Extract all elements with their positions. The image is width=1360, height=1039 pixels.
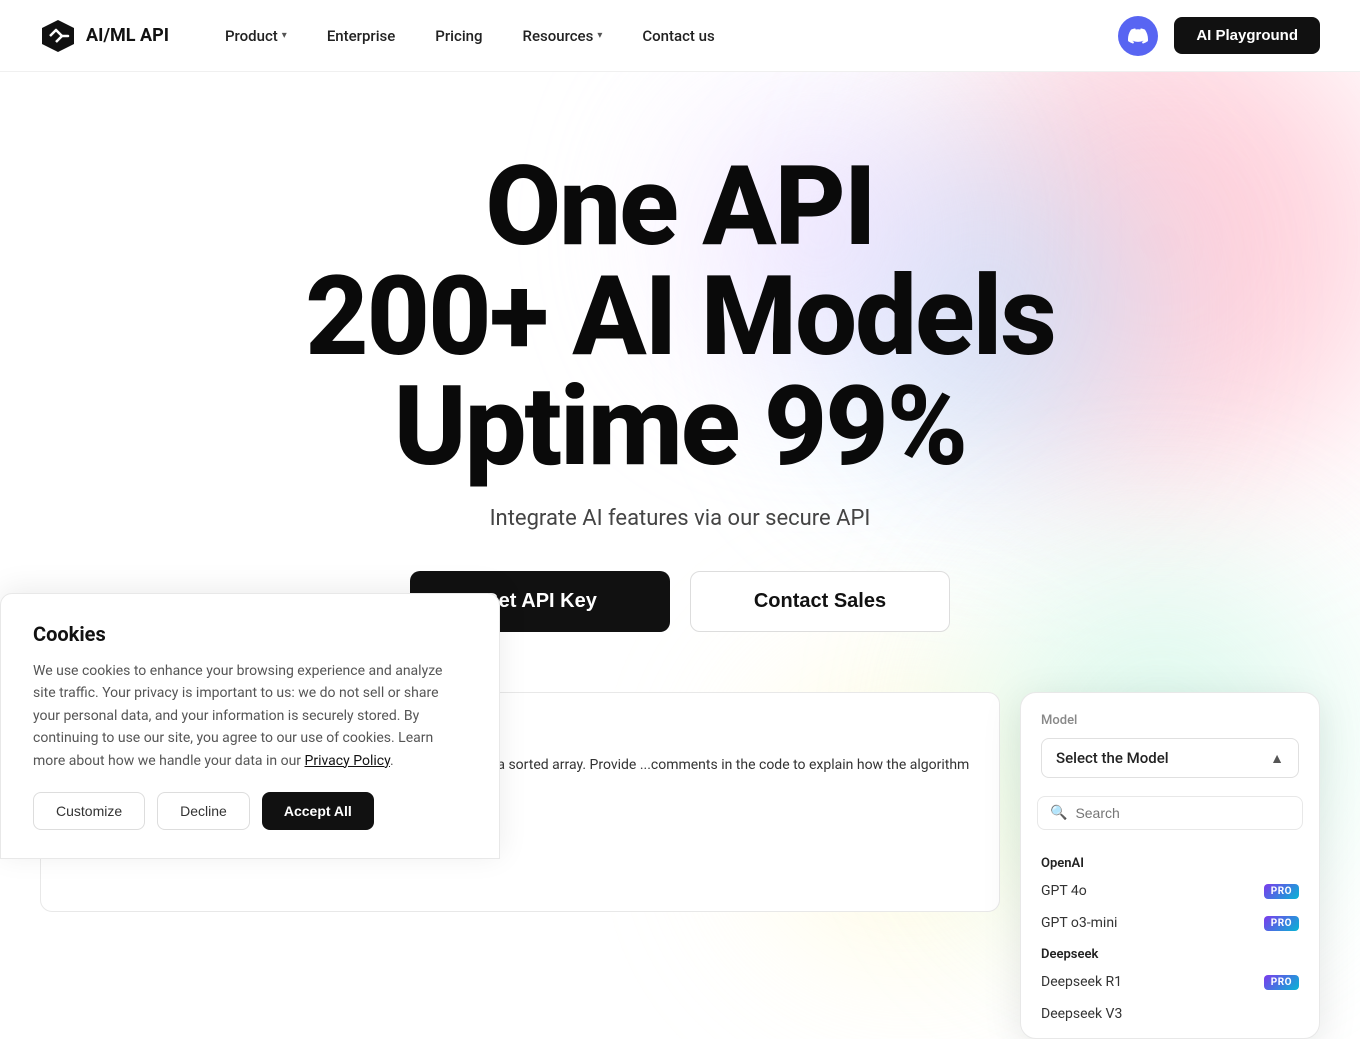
privacy-policy-link[interactable]: Privacy Policy (305, 753, 390, 769)
model-search-bar[interactable]: 🔍 (1037, 796, 1303, 830)
model-item-name: GPT o3-mini (1041, 915, 1117, 931)
logo-icon (40, 18, 76, 54)
nav-links: Product ▾ Enterprise Pricing Resources ▾… (209, 19, 1118, 53)
model-badge-pro: PRO (1264, 916, 1299, 931)
nav-pricing[interactable]: Pricing (419, 19, 498, 53)
hero-subtitle: Integrate AI features via our secure API (305, 506, 1055, 531)
model-search-input[interactable] (1075, 805, 1290, 821)
model-item-deepseekr1[interactable]: Deepseek R1 PRO (1021, 966, 1319, 998)
model-group-openai: OpenAI (1021, 848, 1319, 875)
nav-contact[interactable]: Contact us (626, 19, 730, 53)
model-group-deepseek: Deepseek (1021, 939, 1319, 966)
model-item-name: Deepseek R1 (1041, 974, 1122, 990)
model-badge-pro: PRO (1264, 975, 1299, 990)
hero-section: One API 200+ AI Models Uptime 99% Integr… (0, 72, 1360, 1039)
model-item-gpt4o[interactable]: GPT 4o PRO (1021, 875, 1319, 907)
model-item-deepseekv3[interactable]: Deepseek V3 (1021, 998, 1319, 1030)
accept-all-button[interactable]: Accept All (262, 792, 374, 830)
cookie-banner: Cookies We use cookies to enhance your b… (0, 593, 500, 859)
hero-title-line2: 200+ AI Models (305, 262, 1055, 372)
model-list: OpenAI GPT 4o PRO GPT o3-mini PRO Deepse… (1021, 840, 1319, 1038)
nav-product[interactable]: Product ▾ (209, 19, 303, 53)
hero-title-line3: Uptime 99% (305, 372, 1055, 482)
contact-sales-button[interactable]: Contact Sales (690, 571, 950, 632)
hero-title-line1: One API (305, 152, 1055, 262)
logo[interactable]: AI/ML API (40, 18, 169, 54)
nav-enterprise[interactable]: Enterprise (311, 19, 411, 53)
nav-right: AI Playground (1118, 16, 1320, 56)
chevron-up-icon: ▲ (1270, 750, 1284, 767)
search-icon: 🔍 (1050, 805, 1067, 821)
cookie-title: Cookies (33, 622, 467, 646)
navbar: AI/ML API Product ▾ Enterprise Pricing R… (0, 0, 1360, 72)
ai-playground-button[interactable]: AI Playground (1174, 17, 1320, 54)
model-item-name: Deepseek V3 (1041, 1006, 1122, 1022)
model-select-bar[interactable]: Select the Model ▲ (1041, 738, 1299, 778)
cookie-buttons: Customize Decline Accept All (33, 792, 467, 830)
model-item-gpto3mini[interactable]: GPT o3-mini PRO (1021, 907, 1319, 939)
model-panel-header: Model Select the Model ▲ (1021, 693, 1319, 786)
model-label: Model (1041, 713, 1299, 728)
model-select-text: Select the Model (1056, 749, 1169, 767)
hero-content: One API 200+ AI Models Uptime 99% Integr… (305, 152, 1055, 632)
nav-resources[interactable]: Resources ▾ (507, 19, 619, 53)
resources-chevron-icon: ▾ (597, 30, 602, 41)
discord-button[interactable] (1118, 16, 1158, 56)
customize-button[interactable]: Customize (33, 792, 145, 830)
decline-button[interactable]: Decline (157, 792, 250, 830)
product-chevron-icon: ▾ (282, 30, 287, 41)
model-badge-pro: PRO (1264, 884, 1299, 899)
discord-icon (1128, 26, 1148, 46)
model-panel: Model Select the Model ▲ 🔍 OpenAI GPT 4o… (1020, 692, 1320, 1039)
cookie-text: We use cookies to enhance your browsing … (33, 660, 467, 772)
logo-text: AI/ML API (86, 25, 169, 46)
model-item-name: GPT 4o (1041, 883, 1087, 899)
